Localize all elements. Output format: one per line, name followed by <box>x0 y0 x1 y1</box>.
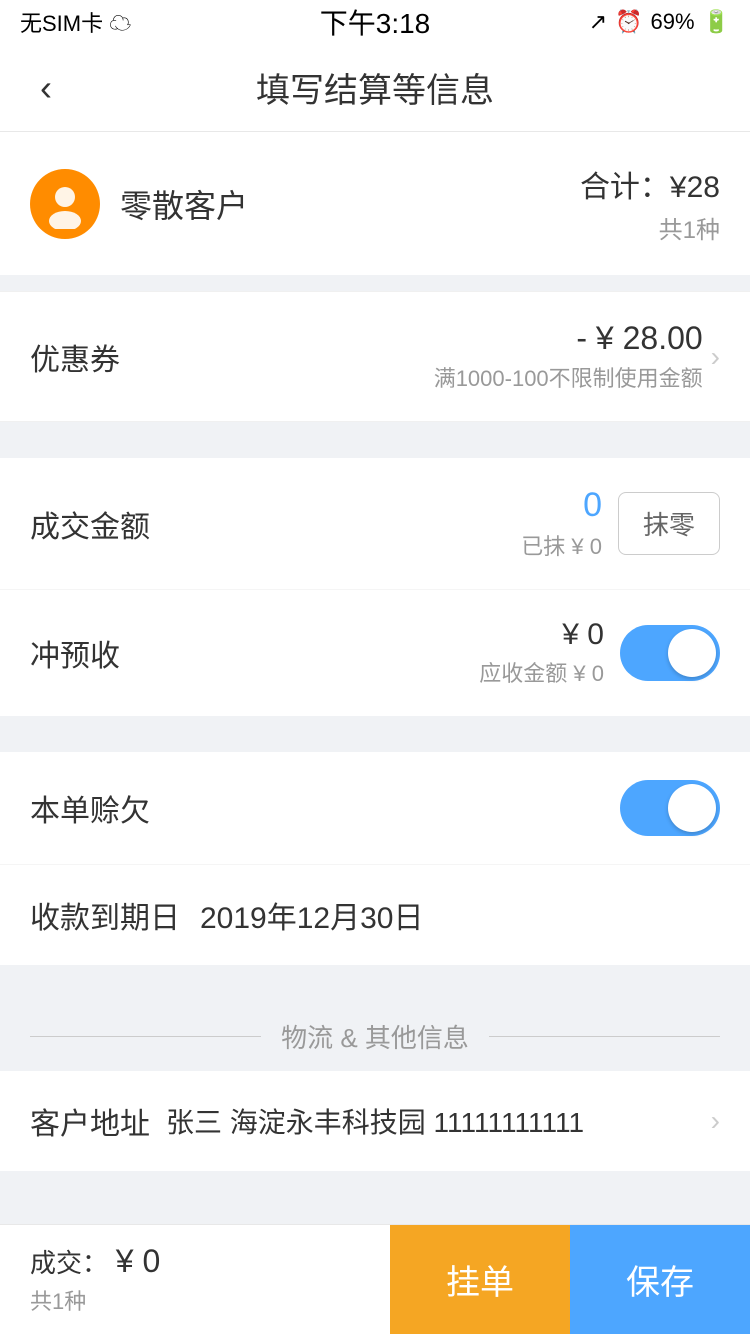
customer-total: 合计：¥28 共1种 <box>580 162 720 245</box>
customer-name: 零散客户 <box>120 181 248 227</box>
transaction-right: 0 已抹 ¥ 0 抹零 <box>521 486 720 561</box>
amount-wrapper: 0 已抹 ¥ 0 <box>521 486 602 561</box>
logistics-label: 物流 & 其他信息 <box>261 1018 489 1055</box>
coupon-amount: - ¥ 28.00 <box>434 320 703 357</box>
prepayment-row: 冲预收 ¥ 0 应收金额 ¥ 0 <box>0 590 750 716</box>
no-sim-text: 无SIM卡 ☁ <box>20 6 131 38</box>
status-time: 下午3:18 <box>320 2 431 42</box>
toggle-knob <box>668 629 716 677</box>
bottom-deal-count: 共1种 <box>30 1284 360 1316</box>
prepayment-toggle[interactable] <box>620 625 720 681</box>
status-bar: 无SIM卡 ☁ 下午3:18 ↗ ⏰ 69% 🔋 <box>0 0 750 44</box>
page-title: 填写结算等信息 <box>256 63 494 112</box>
total-count: 共1种 <box>580 210 720 245</box>
status-left: 无SIM卡 ☁ <box>20 6 131 38</box>
total-amount: 合计：¥28 <box>580 162 720 206</box>
transaction-section: 成交金额 0 已抹 ¥ 0 抹零 冲预收 ¥ 0 应收金额 ¥ 0 <box>0 458 750 716</box>
bottom-deal-amount: ¥ 0 <box>116 1243 160 1279</box>
due-date-label: 收款到期日 <box>30 893 180 937</box>
transaction-sub: 已抹 ¥ 0 <box>521 529 602 561</box>
battery-text: 69% <box>651 9 695 35</box>
bottom-deal-row: 成交： ¥ 0 <box>30 1243 360 1280</box>
debt-toggle[interactable] <box>620 780 720 836</box>
prepay-amount-block: ¥ 0 应收金额 ¥ 0 <box>479 618 604 688</box>
due-date-row: 收款到期日 2019年12月30日 <box>0 864 750 965</box>
bottom-bar: 成交： ¥ 0 共1种 挂单 保存 <box>0 1224 750 1334</box>
address-chevron-icon: › <box>711 1105 720 1137</box>
due-date-value[interactable]: 2019年12月30日 <box>200 893 423 937</box>
alarm-icon: ⏰ <box>615 9 642 35</box>
prepay-label: 冲预收 <box>30 631 120 675</box>
transaction-value[interactable]: 0 <box>521 486 602 525</box>
prepay-right: ¥ 0 应收金额 ¥ 0 <box>479 618 720 688</box>
bottom-left: 成交： ¥ 0 共1种 <box>0 1243 390 1316</box>
bottom-deal-label: 成交： <box>30 1248 108 1278</box>
debt-toggle-knob <box>668 784 716 832</box>
battery-icon: 🔋 <box>703 9 730 35</box>
address-value: 张三 海淀永丰科技园 11111111111 <box>166 1101 695 1141</box>
prepay-amount: ¥ 0 <box>479 618 604 652</box>
avatar <box>30 169 100 239</box>
hold-button[interactable]: 挂单 <box>390 1225 570 1334</box>
round-off-button[interactable]: 抹零 <box>618 492 720 555</box>
coupon-right: - ¥ 28.00 满1000-100不限制使用金额 › <box>434 320 720 393</box>
chevron-right-icon: › <box>711 341 720 373</box>
location-icon: ↗ <box>589 9 607 35</box>
section-divider-3 <box>0 981 750 1001</box>
coupon-section[interactable]: 优惠券 - ¥ 28.00 满1000-100不限制使用金额 › <box>0 291 750 422</box>
debt-label: 本单赊欠 <box>30 786 150 830</box>
status-right: ↗ ⏰ 69% 🔋 <box>589 9 730 35</box>
prepay-sub: 应收金额 ¥ 0 <box>479 656 604 688</box>
save-button[interactable]: 保存 <box>570 1225 750 1334</box>
coupon-label: 优惠券 <box>30 335 120 379</box>
customer-section: 零散客户 合计：¥28 共1种 <box>0 132 750 275</box>
transaction-label: 成交金额 <box>30 502 150 546</box>
coupon-detail: - ¥ 28.00 满1000-100不限制使用金额 <box>434 320 703 393</box>
customer-info: 零散客户 <box>30 169 248 239</box>
coupon-desc: 满1000-100不限制使用金额 <box>434 361 703 393</box>
address-label: 客户地址 <box>30 1099 150 1143</box>
back-button[interactable]: ‹ <box>30 57 62 119</box>
content: 零散客户 合计：¥28 共1种 优惠券 - ¥ 28.00 满1000-100不… <box>0 132 750 1291</box>
logistics-header: 物流 & 其他信息 <box>0 1001 750 1071</box>
debt-row: 本单赊欠 <box>0 752 750 864</box>
nav-bar: ‹ 填写结算等信息 <box>0 44 750 132</box>
section-divider-1 <box>0 438 750 458</box>
address-row[interactable]: 客户地址 张三 海淀永丰科技园 11111111111 › <box>0 1071 750 1171</box>
debt-section: 本单赊欠 收款到期日 2019年12月30日 <box>0 752 750 965</box>
section-divider-2 <box>0 732 750 752</box>
transaction-amount-row: 成交金额 0 已抹 ¥ 0 抹零 <box>0 458 750 590</box>
